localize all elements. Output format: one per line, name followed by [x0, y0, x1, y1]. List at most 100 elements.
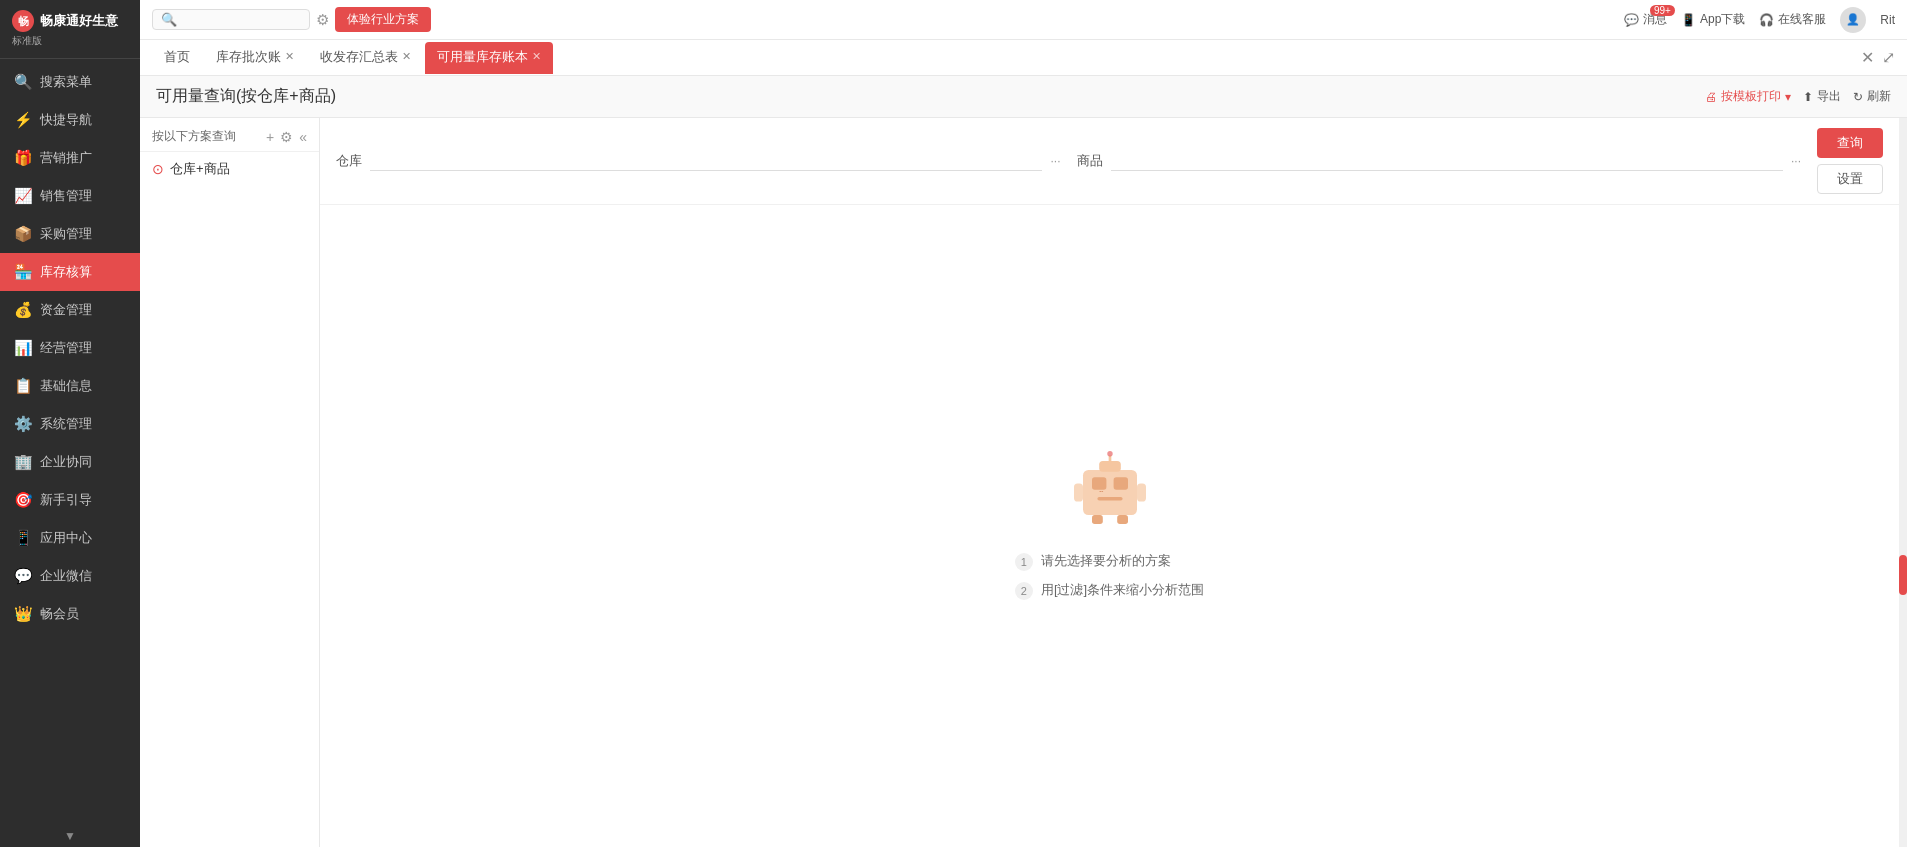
svg-rect-3	[1097, 497, 1122, 501]
svg-text:--: --	[1099, 487, 1103, 494]
svg-rect-2	[1113, 477, 1127, 490]
avatar[interactable]: 👤	[1840, 7, 1866, 33]
svg-rect-4	[1099, 461, 1121, 472]
marketing-icon: 🎁	[14, 149, 32, 167]
refresh-btn[interactable]: ↻ 刷新	[1853, 88, 1891, 105]
sidebar-item-inventory[interactable]: 🏪 库存核算	[0, 253, 140, 291]
gear-icon[interactable]: ⚙	[316, 11, 329, 29]
sidebar-item-basic[interactable]: 📋 基础信息	[0, 367, 140, 405]
filter-add-icon[interactable]: +	[266, 129, 274, 145]
app-icon: 📱	[1681, 13, 1696, 27]
tab-summary-close[interactable]: ✕	[402, 50, 411, 63]
search-input[interactable]	[181, 13, 301, 27]
product-more-icon[interactable]: ···	[1791, 154, 1801, 168]
finance-icon: 💰	[14, 301, 32, 319]
tab-actions: ✕ ⤢	[1861, 48, 1895, 67]
svg-rect-9	[1092, 515, 1103, 524]
tab-home[interactable]: 首页	[152, 42, 202, 74]
username[interactable]: Rit	[1880, 13, 1895, 27]
sidebar-item-label: 应用中心	[40, 529, 92, 547]
warehouse-product-icon: ⊙	[152, 161, 164, 177]
sales-icon: 📈	[14, 187, 32, 205]
query-area: 仓库 ··· 商品 ··· 查询 设置	[320, 118, 1899, 847]
sidebar-item-label: 新手引导	[40, 491, 92, 509]
sidebar-item-appstore[interactable]: 📱 应用中心	[0, 519, 140, 557]
service-icon: 🎧	[1759, 13, 1774, 27]
sidebar-item-label: 基础信息	[40, 377, 92, 395]
warehouse-field: 仓库 ···	[336, 151, 1061, 171]
hint-num-1: 1	[1015, 553, 1033, 571]
product-label: 商品	[1077, 152, 1103, 170]
sidebar-item-label: 采购管理	[40, 225, 92, 243]
empty-hint-2: 2 用[过滤]条件来缩小分析范围	[1015, 581, 1204, 600]
warehouse-more-icon[interactable]: ···	[1050, 154, 1060, 168]
sidebar-item-label: 企业微信	[40, 567, 92, 585]
service-label: 在线客服	[1778, 11, 1826, 28]
tab-available[interactable]: 可用量库存账本 ✕	[425, 42, 553, 74]
product-input[interactable]	[1111, 151, 1783, 171]
sidebar-item-finance[interactable]: 💰 资金管理	[0, 291, 140, 329]
industry-btn[interactable]: 体验行业方案	[335, 7, 431, 32]
sidebar-item-newbie[interactable]: 🎯 新手引导	[0, 481, 140, 519]
sidebar-item-label: 营销推广	[40, 149, 92, 167]
print-btn[interactable]: 🖨 按模板打印 ▾	[1705, 88, 1791, 105]
app-label: App下载	[1700, 11, 1745, 28]
member-icon: 👑	[14, 605, 32, 623]
print-dropdown-icon[interactable]: ▾	[1785, 90, 1791, 104]
app-download-btn[interactable]: 📱 App下载	[1681, 11, 1745, 28]
empty-state: -- 1 请先选择要分析的方案 2 用[过滤]条件来缩小分析范围	[320, 205, 1899, 847]
close-all-tabs-icon[interactable]: ✕	[1861, 48, 1874, 67]
tab-summary[interactable]: 收发存汇总表 ✕	[308, 42, 423, 74]
brand-sub: 标准版	[12, 34, 128, 48]
query-button[interactable]: 查询	[1817, 128, 1883, 158]
main-area: 🔍 ⚙ 体验行业方案 💬 消息 99+ 📱 App下载 🎧 在线客服 👤 Rit	[140, 0, 1907, 847]
sidebar-item-purchase[interactable]: 📦 采购管理	[0, 215, 140, 253]
sidebar: 畅 畅康通好生意 标准版 🔍 搜索菜单 ⚡ 快捷导航 🎁 营销推广 📈 销售管理…	[0, 0, 140, 847]
expand-icon[interactable]: ⤢	[1882, 48, 1895, 67]
sidebar-item-label: 快捷导航	[40, 111, 92, 129]
enterprise-icon: 🏢	[14, 453, 32, 471]
sidebar-nav: 🔍 搜索菜单 ⚡ 快捷导航 🎁 营销推广 📈 销售管理 📦 采购管理 🏪 库存核…	[0, 59, 140, 825]
sidebar-item-wxwork[interactable]: 💬 企业微信	[0, 557, 140, 595]
right-scrollbar[interactable]	[1899, 118, 1907, 847]
sidebar-item-label: 销售管理	[40, 187, 92, 205]
sidebar-item-enterprise[interactable]: 🏢 企业协同	[0, 443, 140, 481]
sidebar-item-member[interactable]: 👑 畅会员	[0, 595, 140, 633]
message-btn[interactable]: 💬 消息 99+	[1624, 11, 1667, 28]
export-btn[interactable]: ⬆ 导出	[1803, 88, 1841, 105]
online-service-btn[interactable]: 🎧 在线客服	[1759, 11, 1826, 28]
sidebar-item-operations[interactable]: 📊 经营管理	[0, 329, 140, 367]
topbar-right: 💬 消息 99+ 📱 App下载 🎧 在线客服 👤 Rit	[1624, 7, 1895, 33]
inventory-icon: 🏪	[14, 263, 32, 281]
filter-item-warehouse-product[interactable]: ⊙ 仓库+商品	[140, 152, 319, 186]
filter-collapse-icon[interactable]: «	[299, 129, 307, 145]
sidebar-item-label: 资金管理	[40, 301, 92, 319]
empty-hints: 1 请先选择要分析的方案 2 用[过滤]条件来缩小分析范围	[1015, 552, 1204, 610]
shortcut-icon: ⚡	[14, 111, 32, 129]
scrollbar-thumb[interactable]	[1899, 555, 1907, 595]
warehouse-input[interactable]	[370, 151, 1042, 171]
tab-batch-close[interactable]: ✕	[285, 50, 294, 63]
topbar-search[interactable]: 🔍	[152, 9, 310, 30]
empty-icon-wrap: --	[1065, 443, 1155, 536]
hint-text-1: 请先选择要分析的方案	[1041, 552, 1171, 570]
filter-settings-icon[interactable]: ⚙	[280, 129, 293, 145]
tab-batch[interactable]: 库存批次账 ✕	[204, 42, 306, 74]
sidebar-item-search[interactable]: 🔍 搜索菜单	[0, 63, 140, 101]
sidebar-header: 畅 畅康通好生意 标准版	[0, 0, 140, 59]
tab-available-close[interactable]: ✕	[532, 50, 541, 63]
operations-icon: 📊	[14, 339, 32, 357]
query-settings-button[interactable]: 设置	[1817, 164, 1883, 194]
print-label: 按模板打印	[1721, 88, 1781, 105]
refresh-label: 刷新	[1867, 88, 1891, 105]
warehouse-label: 仓库	[336, 152, 362, 170]
sidebar-item-system[interactable]: ⚙️ 系统管理	[0, 405, 140, 443]
tab-batch-label: 库存批次账	[216, 48, 281, 66]
sidebar-scroll-down[interactable]: ▼	[0, 825, 140, 847]
svg-rect-8	[1137, 483, 1146, 501]
svg-rect-7	[1074, 483, 1083, 501]
sidebar-item-shortcut[interactable]: ⚡ 快捷导航	[0, 101, 140, 139]
sidebar-item-sales[interactable]: 📈 销售管理	[0, 177, 140, 215]
tab-summary-label: 收发存汇总表	[320, 48, 398, 66]
sidebar-item-marketing[interactable]: 🎁 营销推广	[0, 139, 140, 177]
